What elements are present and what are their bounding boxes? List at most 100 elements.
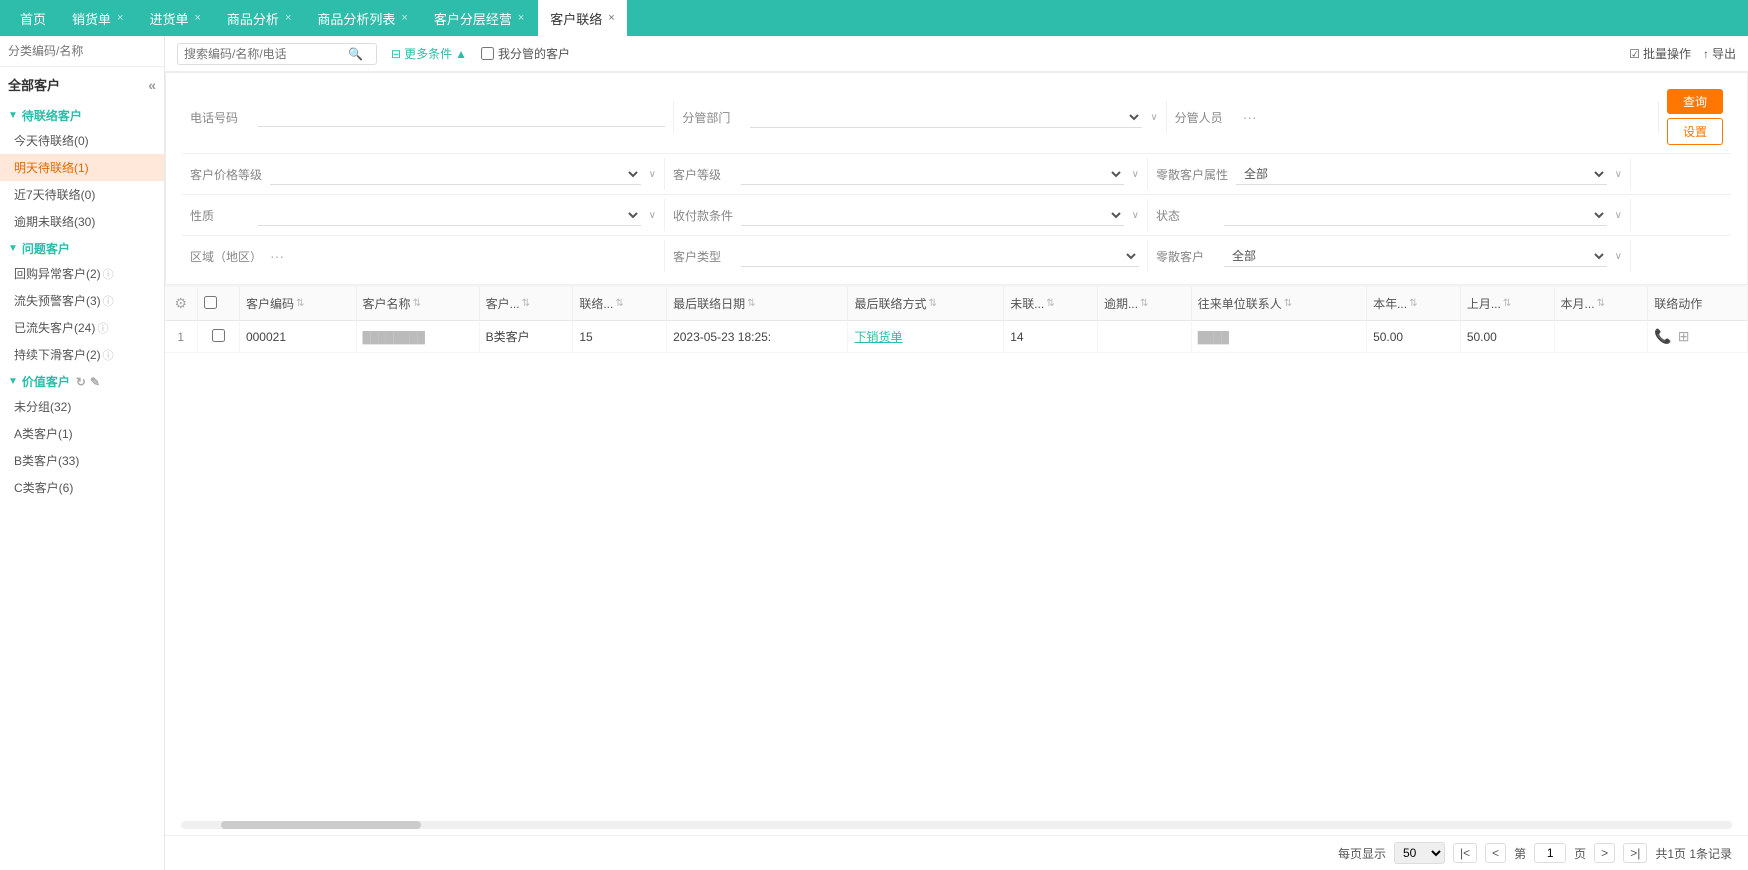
- filter-customer-type: 客户类型: [665, 240, 1148, 272]
- filter-row-2: 客户价格等级 ∨ 客户等级 ∨ 零散客户属性 全部 ∨: [182, 154, 1731, 195]
- sidebar-all-customers-header: 全部客户 «: [0, 67, 164, 102]
- scrollbar-thumb[interactable]: [221, 821, 421, 829]
- sidebar-item-churn-warning[interactable]: 流失预警客户(3) ⓘ: [0, 287, 164, 314]
- query-button[interactable]: 查询: [1667, 89, 1723, 114]
- nav-close-icon[interactable]: ×: [117, 12, 123, 24]
- export-btn[interactable]: ↑ 导出: [1703, 45, 1736, 62]
- col-this-year[interactable]: 本年... ⇅: [1367, 287, 1461, 321]
- batch-ops-btn[interactable]: ☑ 批量操作: [1629, 45, 1691, 62]
- search-input[interactable]: [184, 47, 344, 61]
- select-all-checkbox[interactable]: [204, 296, 217, 309]
- filter-manager-label: 分管人员: [1175, 109, 1235, 126]
- col-this-month[interactable]: 本月... ⇅: [1554, 287, 1648, 321]
- chevron-up-icon: ▲: [455, 47, 467, 61]
- row-last-contact-method[interactable]: 下销货单: [848, 321, 1004, 353]
- sidebar-item-tomorrow-contact[interactable]: 明天待联络(1): [0, 154, 164, 181]
- sidebar-search-area: 🔍: [0, 36, 164, 67]
- filter-payment-select[interactable]: [741, 205, 1124, 226]
- nav-close-icon[interactable]: ×: [518, 12, 524, 24]
- table-row: 1 000021 ████████ B类客户 15 2023-05-23 18:…: [165, 321, 1748, 353]
- edit-icon[interactable]: ✎: [90, 375, 100, 389]
- sidebar-item-declining[interactable]: 持续下滑客户(2) ⓘ: [0, 341, 164, 368]
- sidebar-item-overdue-contact[interactable]: 逾期未联络(30): [0, 208, 164, 235]
- nav-home[interactable]: 首页: [8, 0, 58, 36]
- action-icons-group: 📞 ⊞: [1654, 328, 1741, 345]
- nav-sales-order[interactable]: 销货单 ×: [60, 0, 135, 36]
- col-last-contact-date[interactable]: 最后联络日期 ⇅: [667, 287, 848, 321]
- col-customer-type[interactable]: 客户... ⇅: [479, 287, 573, 321]
- nav-close-icon[interactable]: ×: [608, 12, 614, 24]
- row-checkbox[interactable]: [212, 329, 225, 342]
- my-customers-checkbox-label[interactable]: 我分管的客户: [481, 45, 570, 62]
- sidebar-item-7days-contact[interactable]: 近7天待联络(0): [0, 181, 164, 208]
- filter-phone-label: 电话号码: [190, 109, 250, 126]
- nav-close-icon[interactable]: ×: [285, 12, 291, 24]
- nav-product-analysis-list[interactable]: 商品分析列表 ×: [305, 0, 419, 36]
- sidebar-item-class-a[interactable]: A类客户(1): [0, 420, 164, 447]
- first-page-btn[interactable]: |<: [1453, 843, 1477, 863]
- chevron-down-icon: ∨: [1615, 251, 1622, 262]
- qr-icon[interactable]: ⊞: [1678, 328, 1690, 345]
- col-unit-contacts[interactable]: 往来单位联系人 ⇅: [1191, 287, 1366, 321]
- sidebar-item-churned[interactable]: 已流失客户(24) ⓘ: [0, 314, 164, 341]
- row-check[interactable]: [197, 321, 239, 353]
- horizontal-scrollbar[interactable]: [181, 821, 1732, 829]
- filter-region-dots[interactable]: ···: [270, 248, 284, 264]
- filter-manager-dots[interactable]: ···: [1243, 109, 1257, 125]
- col-contacts[interactable]: 联络... ⇅: [573, 287, 667, 321]
- col-action: 联络动作: [1648, 287, 1748, 321]
- filter-customer-type-select[interactable]: [741, 246, 1139, 267]
- sort-icon: ⇅: [615, 298, 623, 309]
- sidebar-item-repurchase-anomaly[interactable]: 回购异常客户(2) ⓘ: [0, 260, 164, 287]
- nav-product-analysis[interactable]: 商品分析 ×: [215, 0, 303, 36]
- col-last-contact-method[interactable]: 最后联络方式 ⇅: [848, 287, 1004, 321]
- gear-icon[interactable]: ⚙: [174, 295, 187, 311]
- refresh-icon[interactable]: ↻: [76, 375, 86, 389]
- phone-icon[interactable]: 📞: [1654, 328, 1671, 345]
- filter-price-level-select[interactable]: [270, 164, 641, 185]
- filter-retail-customer-select[interactable]: 全部: [1224, 246, 1607, 267]
- nav-purchase-order[interactable]: 进货单 ×: [137, 0, 212, 36]
- row-uncontacted: 14: [1004, 321, 1098, 353]
- sort-icon: ⇅: [1284, 298, 1292, 309]
- col-gear[interactable]: ⚙: [165, 287, 197, 321]
- filter-status-select[interactable]: [1224, 205, 1607, 226]
- last-page-btn[interactable]: >|: [1623, 843, 1647, 863]
- col-customer-code[interactable]: 客户编码 ⇅: [239, 287, 356, 321]
- col-customer-name[interactable]: 客户名称 ⇅: [356, 287, 479, 321]
- search-icon[interactable]: 🔍: [348, 47, 363, 61]
- filter-nature-select[interactable]: [258, 205, 641, 226]
- nav-customer-contact[interactable]: 客户联络 ×: [538, 0, 626, 36]
- sort-icon: ⇅: [296, 298, 304, 309]
- per-page-label: 每页显示: [1338, 845, 1386, 862]
- filter-phone-input[interactable]: [258, 108, 665, 127]
- filter-retail-attr-select[interactable]: 全部: [1236, 164, 1607, 185]
- col-uncontacted[interactable]: 未联... ⇅: [1004, 287, 1098, 321]
- page-input[interactable]: [1534, 843, 1566, 863]
- sidebar-search-input[interactable]: [8, 44, 163, 58]
- sidebar-item-today-contact[interactable]: 今天待联络(0): [0, 127, 164, 154]
- filter-region-label: 区域（地区）: [190, 248, 262, 265]
- sidebar-item-class-c[interactable]: C类客户(6): [0, 474, 164, 501]
- per-page-select[interactable]: 50 100: [1394, 842, 1445, 864]
- col-overdue[interactable]: 逾期... ⇅: [1097, 287, 1191, 321]
- sidebar-item-class-b[interactable]: B类客户(33): [0, 447, 164, 474]
- contact-method-link[interactable]: 下销货单: [854, 330, 902, 344]
- settings-button[interactable]: 设置: [1667, 118, 1723, 145]
- col-last-month[interactable]: 上月... ⇅: [1460, 287, 1554, 321]
- filter-customer-level-select[interactable]: [741, 164, 1124, 185]
- sidebar-item-ungrouped[interactable]: 未分组(32): [0, 393, 164, 420]
- filter-phone: 电话号码: [182, 101, 674, 133]
- more-filters-btn[interactable]: ⊟ 更多条件 ▲: [385, 42, 473, 65]
- sort-icon: ⇅: [1140, 298, 1148, 309]
- nav-close-icon[interactable]: ×: [401, 12, 407, 24]
- next-page-btn[interactable]: >: [1594, 843, 1615, 863]
- sidebar-collapse-icon[interactable]: «: [148, 77, 156, 93]
- nav-customer-tier[interactable]: 客户分层经营 ×: [422, 0, 536, 36]
- filter-dept-select[interactable]: [750, 107, 1142, 128]
- my-customers-checkbox[interactable]: [481, 47, 494, 60]
- prev-page-btn[interactable]: <: [1485, 843, 1506, 863]
- nav-close-icon[interactable]: ×: [194, 12, 200, 24]
- section-triangle-icon: ▼: [8, 243, 18, 254]
- export-icon: ↑: [1703, 47, 1709, 61]
